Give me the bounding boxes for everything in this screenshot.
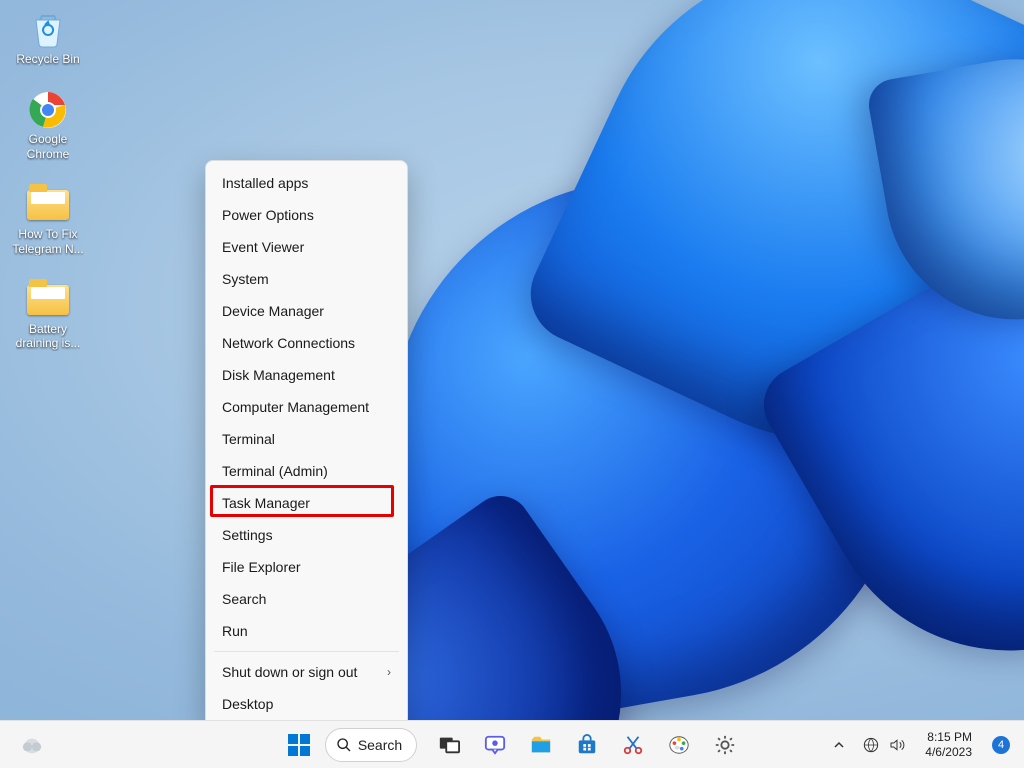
menu-item-label: Event Viewer [222, 239, 304, 255]
menu-item-installed-apps[interactable]: Installed apps [206, 167, 407, 199]
menu-item-system[interactable]: System [206, 263, 407, 295]
menu-item-label: Run [222, 623, 248, 639]
chevron-right-icon: › [387, 665, 391, 679]
widgets-button[interactable] [12, 725, 52, 765]
menu-item-label: Terminal (Admin) [222, 463, 328, 479]
chrome-icon [26, 88, 70, 132]
menu-item-disk-management[interactable]: Disk Management [206, 359, 407, 391]
winx-context-menu: Installed apps Power Options Event Viewe… [205, 160, 408, 727]
menu-item-computer-management[interactable]: Computer Management [206, 391, 407, 423]
menu-item-label: Device Manager [222, 303, 324, 319]
menu-item-label: File Explorer [222, 559, 301, 575]
network-icon [863, 737, 879, 753]
menu-item-power-options[interactable]: Power Options [206, 199, 407, 231]
menu-item-device-manager[interactable]: Device Manager [206, 295, 407, 327]
menu-item-label: Computer Management [222, 399, 369, 415]
desktop-icon-label: Google Chrome [27, 132, 70, 161]
tray-date: 4/6/2023 [925, 745, 972, 759]
folder-icon [26, 183, 70, 227]
file-explorer-icon [530, 734, 552, 756]
desktop-icon-chrome[interactable]: Google Chrome [8, 88, 88, 161]
menu-item-network-connections[interactable]: Network Connections [206, 327, 407, 359]
microsoft-store-icon [576, 734, 598, 756]
recycle-bin-icon [26, 8, 70, 52]
taskbar-clock[interactable]: 8:15 PM 4/6/2023 [917, 726, 980, 763]
task-view-button[interactable] [429, 725, 469, 765]
windows-logo-icon [288, 734, 310, 756]
menu-item-settings[interactable]: Settings [206, 519, 407, 551]
settings-icon [714, 734, 736, 756]
weather-icon [21, 734, 43, 756]
snipping-tool-icon [622, 734, 644, 756]
start-button[interactable] [279, 725, 319, 765]
desktop-icon-label: Battery draining is... [16, 322, 81, 351]
chevron-up-icon [833, 739, 845, 751]
paint-icon [668, 734, 690, 756]
taskbar-pin-file-explorer[interactable] [521, 725, 561, 765]
menu-item-label: Power Options [222, 207, 314, 223]
menu-item-desktop[interactable]: Desktop [206, 688, 407, 720]
menu-item-label: Disk Management [222, 367, 335, 383]
taskbar-pin-paint[interactable] [659, 725, 699, 765]
menu-item-file-explorer[interactable]: File Explorer [206, 551, 407, 583]
tray-overflow-button[interactable] [827, 725, 851, 765]
menu-item-label: Search [222, 591, 266, 607]
search-label: Search [358, 737, 402, 753]
desktop-icon-folder-telegram[interactable]: How To Fix Telegram N... [8, 183, 88, 256]
menu-item-event-viewer[interactable]: Event Viewer [206, 231, 407, 263]
menu-item-label: Shut down or sign out [222, 664, 357, 680]
taskbar-pin-settings[interactable] [705, 725, 745, 765]
menu-separator [214, 651, 399, 652]
menu-item-label: Task Manager [222, 495, 310, 511]
menu-item-label: Installed apps [222, 175, 308, 191]
desktop-icon-label: Recycle Bin [16, 52, 79, 66]
taskbar-pin-chat[interactable] [475, 725, 515, 765]
menu-item-label: Settings [222, 527, 273, 543]
desktop-icon-recycle-bin[interactable]: Recycle Bin [8, 8, 88, 66]
notification-count: 4 [998, 739, 1004, 751]
task-view-icon [438, 734, 460, 756]
menu-item-search[interactable]: Search [206, 583, 407, 615]
notification-badge[interactable]: 4 [992, 736, 1010, 754]
menu-item-run[interactable]: Run [206, 615, 407, 647]
taskbar-pin-snipping-tool[interactable] [613, 725, 653, 765]
menu-item-shutdown[interactable]: Shut down or sign out › [206, 656, 407, 688]
menu-item-terminal-admin[interactable]: Terminal (Admin) [206, 455, 407, 487]
desktop-icon-folder-battery[interactable]: Battery draining is... [8, 278, 88, 351]
folder-icon [26, 278, 70, 322]
taskbar-search[interactable]: Search [325, 728, 417, 762]
tray-time: 8:15 PM [925, 730, 972, 744]
taskbar: Search [0, 720, 1024, 768]
menu-item-label: Network Connections [222, 335, 355, 351]
wallpaper-bloom [0, 0, 1024, 768]
menu-item-task-manager[interactable]: Task Manager [206, 487, 407, 519]
search-icon [336, 737, 352, 753]
menu-item-label: System [222, 271, 269, 287]
desktop-icon-label: How To Fix Telegram N... [12, 227, 83, 256]
menu-item-label: Desktop [222, 696, 273, 712]
taskbar-pin-microsoft-store[interactable] [567, 725, 607, 765]
menu-item-terminal[interactable]: Terminal [206, 423, 407, 455]
desktop-icons: Recycle Bin Google Chrome How To Fix Tel… [8, 8, 88, 351]
volume-icon [889, 737, 905, 753]
menu-item-label: Terminal [222, 431, 275, 447]
chat-icon [484, 734, 506, 756]
system-tray[interactable] [857, 737, 911, 753]
